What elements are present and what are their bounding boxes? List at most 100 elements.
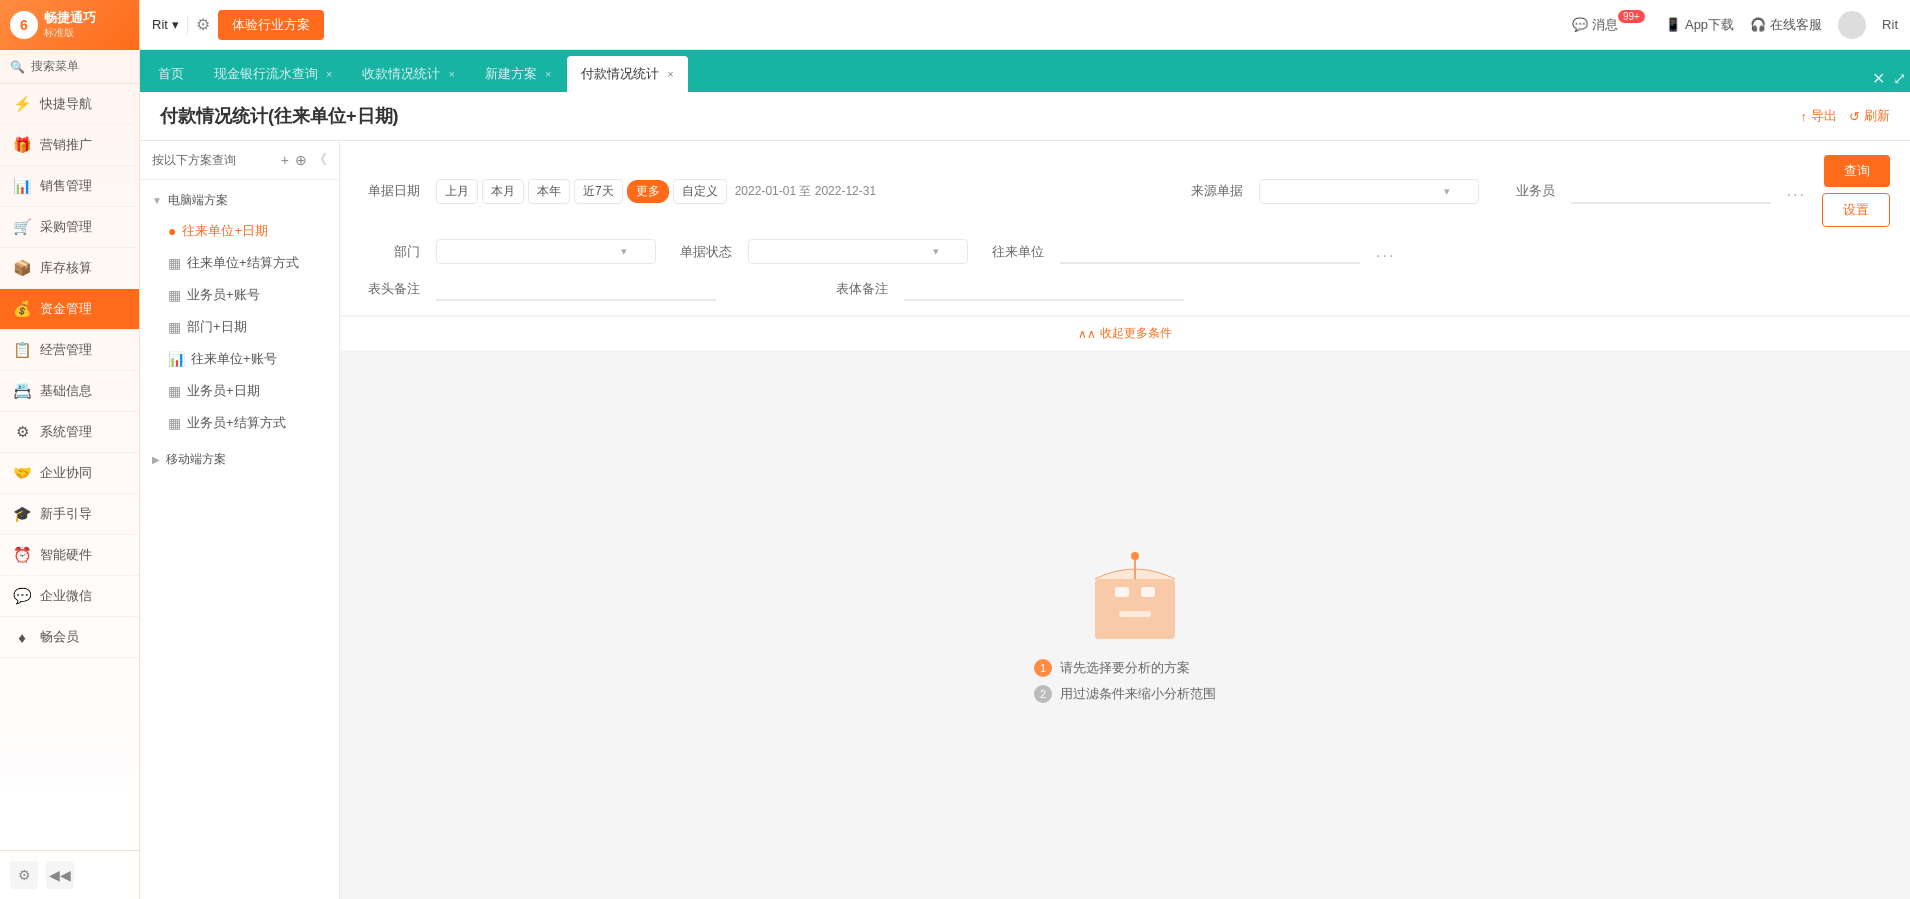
scheme-item-staff-date[interactable]: ▦ 业务员+日期	[140, 375, 339, 407]
scheme-item-partner-settlement[interactable]: ▦ 往来单位+结算方式	[140, 247, 339, 279]
scheme-mobile-group[interactable]: ▶ 移动端方案	[140, 445, 339, 474]
date-btn-this-month[interactable]: 本月	[482, 179, 524, 204]
collapse-bar[interactable]: ∧∧ 收起更多条件	[340, 316, 1910, 350]
tab-close-all-icon[interactable]: ✕	[1872, 69, 1885, 88]
scheme-item-staff-account[interactable]: ▦ 业务员+账号	[140, 279, 339, 311]
body-note-field[interactable]	[904, 276, 1184, 301]
app-download-btn[interactable]: 📱 App下载	[1665, 16, 1734, 34]
date-btn-more[interactable]: 更多	[627, 180, 669, 203]
sidebar-item-enterprise[interactable]: 🤝 企业协同	[0, 453, 139, 494]
status-select[interactable]: ▾	[748, 239, 968, 264]
app-download-label: App下载	[1685, 16, 1734, 34]
sidebar-item-inventory[interactable]: 📦 库存核算	[0, 248, 139, 289]
dept-select[interactable]: ▾	[436, 239, 656, 264]
scheme-item-dept-date[interactable]: ▦ 部门+日期	[140, 311, 339, 343]
tab-new-scheme[interactable]: 新建方案 ×	[471, 56, 565, 92]
sidebar-item-wechat[interactable]: 💬 企业微信	[0, 576, 139, 617]
sidebar-item-system[interactable]: ⚙ 系统管理	[0, 412, 139, 453]
scheme-item-partner-date[interactable]: ● 往来单位+日期	[140, 215, 339, 247]
refresh-button[interactable]: ↺ 刷新	[1849, 107, 1890, 125]
sidebar-nav: ⚡ 快捷导航 🎁 营销推广 📊 销售管理 🛒 采购管理 📦 库存核算 💰 资金管…	[0, 84, 139, 850]
sidebar-item-basics[interactable]: 📇 基础信息	[0, 371, 139, 412]
desktop-group-label: 电脑端方案	[168, 192, 228, 209]
page-actions: ↑ 导出 ↺ 刷新	[1801, 107, 1891, 125]
tab-receivable-close[interactable]: ×	[448, 68, 454, 80]
tab-cashflow-label: 现金银行流水查询	[214, 65, 318, 83]
sidebar-item-vip[interactable]: ♦ 畅会员	[0, 617, 139, 658]
tab-new-scheme-close[interactable]: ×	[545, 68, 551, 80]
header-note-field[interactable]	[436, 276, 716, 301]
app-logo: 6 畅捷通巧 标准版	[0, 0, 139, 50]
scheme-item-staff-settlement[interactable]: ▦ 业务员+结算方式	[140, 407, 339, 439]
scheme-item-partner-account[interactable]: 📊 往来单位+账号	[140, 343, 339, 375]
scheme-add-icon[interactable]: +	[281, 152, 289, 168]
tab-cashflow[interactable]: 现金银行流水查询 ×	[200, 56, 346, 92]
service-icon: 🎧	[1750, 17, 1766, 32]
date-btn-last-month[interactable]: 上月	[436, 179, 478, 204]
tab-payment-stat[interactable]: 付款情况统计 ×	[567, 56, 687, 92]
step2-num: 2	[1034, 685, 1052, 703]
sidebar-item-operations[interactable]: 📋 经营管理	[0, 330, 139, 371]
topbar-divider	[187, 15, 188, 35]
vip-label: 畅会员	[40, 628, 79, 646]
partner-field[interactable]	[1060, 239, 1360, 264]
tab-payment-stat-label: 付款情况统计	[581, 65, 659, 83]
refresh-icon: ↺	[1849, 109, 1860, 124]
purchase-icon: 🛒	[12, 217, 32, 237]
staff-input[interactable]	[1571, 179, 1771, 203]
scheme-item-label-5: 业务员+日期	[187, 382, 260, 400]
filter-row-3: 表头备注 表体备注	[360, 276, 1890, 301]
tab-home[interactable]: 首页	[144, 56, 198, 92]
partner-input[interactable]	[1060, 239, 1360, 263]
scheme-collapse-icon[interactable]: 《	[313, 151, 327, 169]
tab-cashflow-close[interactable]: ×	[326, 68, 332, 80]
header-note-input[interactable]	[436, 276, 716, 300]
topbar-settings-icon[interactable]: ⚙	[196, 15, 210, 34]
filter-settings-button[interactable]: 设置	[1822, 193, 1890, 227]
tab-payment-stat-close[interactable]: ×	[667, 68, 673, 80]
sidebar-item-guide[interactable]: 🎓 新手引导	[0, 494, 139, 535]
sidebar-collapse-btn[interactable]: ◀◀	[46, 861, 74, 889]
body-note-input[interactable]	[904, 276, 1184, 300]
tab-receivable[interactable]: 收款情况统计 ×	[348, 56, 468, 92]
date-btn-7days[interactable]: 近7天	[574, 179, 623, 204]
source-select[interactable]: ▾	[1259, 179, 1479, 204]
scheme-panel-title: 按以下方案查询	[152, 152, 236, 169]
sidebar-settings-btn[interactable]: ⚙	[10, 861, 38, 889]
basics-icon: 📇	[12, 381, 32, 401]
scheme-desktop-header[interactable]: ▼ 电脑端方案	[140, 186, 339, 215]
empty-steps-list: 1 请先选择要分析的方案 2 用过滤条件来缩小分析范围	[1034, 659, 1216, 711]
logo-icon: 6	[10, 11, 38, 39]
sidebar-item-sales[interactable]: 📊 销售管理	[0, 166, 139, 207]
tab-home-label: 首页	[158, 65, 184, 83]
partner-dots-icon[interactable]: ...	[1376, 243, 1395, 261]
scheme-config-icon[interactable]: ⊕	[295, 152, 307, 168]
online-service-btn[interactable]: 🎧 在线客服	[1750, 16, 1822, 34]
tab-expand-icon[interactable]: ⤢	[1893, 69, 1906, 88]
export-button[interactable]: ↑ 导出	[1801, 107, 1838, 125]
scheme-panel-scroll: ▼ 电脑端方案 ● 往来单位+日期 ▦ 往来单位+结算方式 ▦	[140, 180, 339, 899]
search-icon: 🔍	[10, 60, 25, 74]
scheme-item-label-4: 往来单位+账号	[191, 350, 277, 368]
company-selector[interactable]: Rit ▾	[152, 17, 179, 32]
sidebar-item-purchase[interactable]: 🛒 采购管理	[0, 207, 139, 248]
logo-text-group: 畅捷通巧 标准版	[44, 10, 96, 40]
body-note-label: 表体备注	[828, 280, 888, 298]
scheme-item-label-0: 往来单位+日期	[182, 222, 268, 240]
sidebar-item-quicknav[interactable]: ⚡ 快捷导航	[0, 84, 139, 125]
staff-dots-icon[interactable]: ...	[1787, 182, 1806, 200]
sidebar-item-search[interactable]: 🔍 搜索菜单	[0, 50, 139, 84]
sidebar-item-capital[interactable]: 💰 资金管理	[0, 289, 139, 330]
sidebar-item-hardware[interactable]: ⏰ 智能硬件	[0, 535, 139, 576]
date-btn-custom[interactable]: 自定义	[673, 179, 727, 204]
sidebar-item-marketing[interactable]: 🎁 营销推广	[0, 125, 139, 166]
messages-btn[interactable]: 💬 消息 99+	[1572, 16, 1649, 34]
page-header: 付款情况统计(往来单位+日期) ↑ 导出 ↺ 刷新	[140, 92, 1910, 141]
query-button[interactable]: 查询	[1824, 155, 1890, 187]
hardware-icon: ⏰	[12, 545, 32, 565]
staff-field[interactable]	[1571, 179, 1771, 204]
trial-button[interactable]: 体验行业方案	[218, 10, 324, 40]
inventory-label: 库存核算	[40, 259, 92, 277]
date-btn-this-year[interactable]: 本年	[528, 179, 570, 204]
partner-label: 往来单位	[984, 243, 1044, 261]
